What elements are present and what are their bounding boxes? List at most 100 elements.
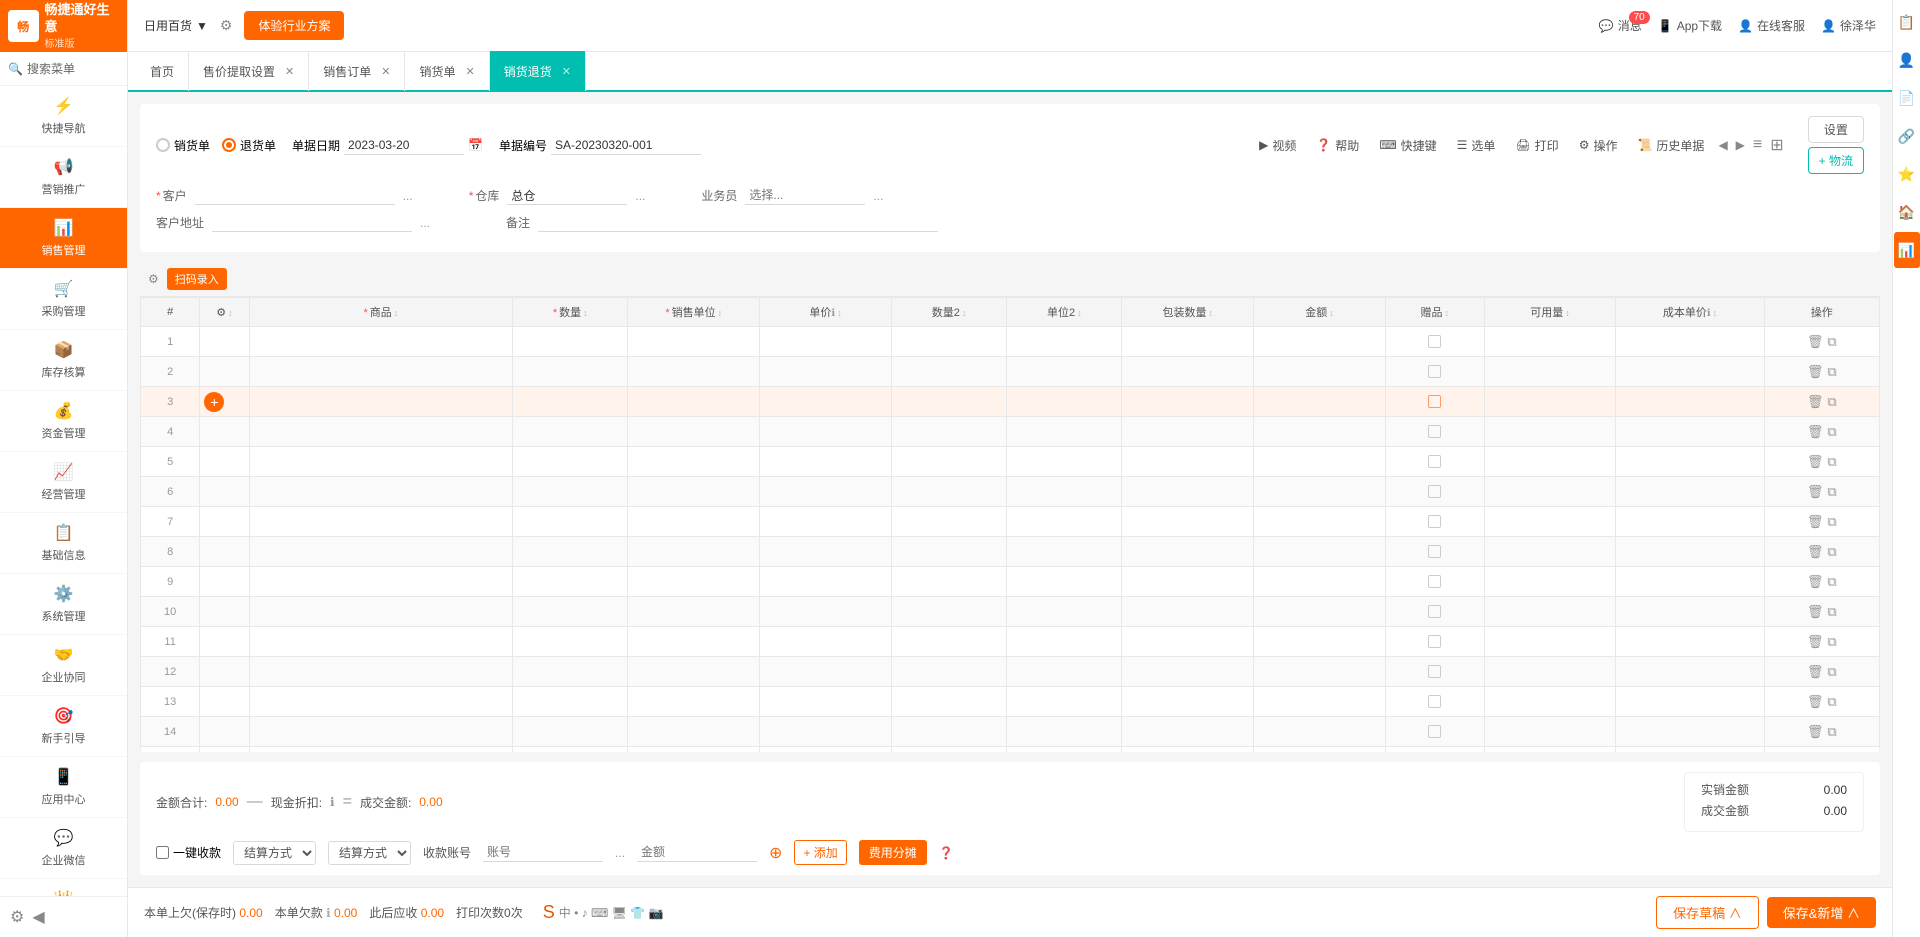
warehouse-input[interactable] <box>507 186 627 205</box>
row-product-2[interactable] <box>249 357 512 387</box>
settings-gear-icon[interactable]: ⚙ <box>220 17 233 34</box>
right-panel-btn-6[interactable]: 🏠 <box>1894 194 1920 230</box>
date-input[interactable] <box>344 136 464 155</box>
row-product-13[interactable] <box>249 687 512 717</box>
copy-btn-12[interactable]: ⧉ <box>1827 664 1836 680</box>
row-product-12[interactable] <box>249 657 512 687</box>
row-gear-5[interactable] <box>200 447 249 477</box>
view-grid-icon[interactable]: ⊞ <box>1770 135 1783 155</box>
sidebar-item-sys-mgmt[interactable]: ⚙️ 系统管理 <box>0 574 127 635</box>
delete-btn-11[interactable]: 🗑 <box>1807 634 1824 650</box>
row-product-14[interactable] <box>249 717 512 747</box>
row-gear-9[interactable] <box>200 567 249 597</box>
app-download-btn[interactable]: 📱 App下载 <box>1658 17 1722 34</box>
calendar-icon[interactable]: 📅 <box>468 138 483 152</box>
select-btn[interactable]: ☰ 选单 <box>1451 133 1502 158</box>
row-gear-11[interactable] <box>200 627 249 657</box>
delete-btn-8[interactable]: 🗑 <box>1807 544 1824 560</box>
amount-input[interactable] <box>637 843 757 862</box>
add-row-btn[interactable]: + <box>204 392 224 412</box>
sidebar-item-purchase-mgmt[interactable]: 🛒 采购管理 <box>0 269 127 330</box>
row-gear-15[interactable] <box>200 747 249 753</box>
right-panel-btn-2[interactable]: 👤 <box>1894 42 1920 78</box>
remark-input[interactable] <box>538 213 938 232</box>
copy-btn-2[interactable]: ⧉ <box>1827 364 1836 380</box>
operate-btn[interactable]: ⚙ 操作 <box>1573 133 1624 158</box>
copy-btn-3[interactable]: ⧉ <box>1827 394 1836 410</box>
tab-close-sale-delivery[interactable]: ✕ <box>466 65 475 78</box>
delete-btn-3[interactable]: 🗑 <box>1807 394 1824 410</box>
shortcut-btn[interactable]: ⌨ 快捷键 <box>1373 133 1442 158</box>
right-panel-btn-1[interactable]: 📋 <box>1894 4 1920 40</box>
row-product-15[interactable] <box>249 747 512 753</box>
tab-home[interactable]: 首页 <box>136 51 189 91</box>
search-menu[interactable]: 🔍 搜索菜单 <box>0 52 127 86</box>
copy-btn-14[interactable]: ⧉ <box>1827 724 1836 740</box>
row-gear-6[interactable] <box>200 477 249 507</box>
sidebar-item-app-center[interactable]: 📱 应用中心 <box>0 757 127 818</box>
row-gear-2[interactable] <box>200 357 249 387</box>
expense-split-btn[interactable]: 费用分摊 <box>859 840 927 865</box>
tab-close-sale-price-setting[interactable]: ✕ <box>285 65 294 78</box>
customer-dots[interactable]: ... <box>403 189 413 203</box>
row-product-3[interactable] <box>249 387 512 417</box>
cash-discount-info[interactable]: ℹ <box>330 795 335 809</box>
row-product-1[interactable] <box>249 327 512 357</box>
row-product-9[interactable] <box>249 567 512 597</box>
right-panel-btn-7[interactable]: 📊 <box>1894 232 1920 268</box>
account-input[interactable] <box>483 843 603 862</box>
sidebar-item-enterprise[interactable]: 🤝 企业协同 <box>0 635 127 696</box>
customer-input[interactable] <box>195 186 395 205</box>
tab-close-sale-order[interactable]: ✕ <box>381 65 390 78</box>
view-list-icon[interactable]: ≡ <box>1753 136 1762 154</box>
col-gear[interactable]: ⚙↕ <box>200 298 249 327</box>
copy-btn-4[interactable]: ⧉ <box>1827 424 1836 440</box>
row-gear-4[interactable] <box>200 417 249 447</box>
collapse-icon[interactable]: ◀ <box>32 907 44 927</box>
salesperson-input[interactable] <box>745 186 865 205</box>
row-product-7[interactable] <box>249 507 512 537</box>
sidebar-item-sale-mgmt[interactable]: 📊 销售管理 <box>0 208 127 269</box>
tab-sale-delivery[interactable]: 销货单✕ <box>405 51 489 91</box>
copy-btn-13[interactable]: ⧉ <box>1827 694 1836 710</box>
copy-btn-7[interactable]: ⧉ <box>1827 514 1836 530</box>
one-click-checkbox[interactable]: 一键收款 <box>156 844 221 861</box>
row-gear-8[interactable] <box>200 537 249 567</box>
tab-sale-price-setting[interactable]: 售价提取设置✕ <box>189 51 309 91</box>
delete-btn-14[interactable]: 🗑 <box>1807 724 1824 740</box>
message-btn[interactable]: 💬 消息 70 <box>1599 17 1642 34</box>
copy-btn-5[interactable]: ⧉ <box>1827 454 1836 470</box>
row-product-6[interactable] <box>249 477 512 507</box>
right-panel-btn-5[interactable]: ⭐ <box>1894 156 1920 192</box>
next-btn[interactable]: ▶ <box>1736 138 1745 152</box>
copy-btn-1[interactable]: ⧉ <box>1827 334 1836 350</box>
print-btn[interactable]: 🖨 打印 <box>1509 133 1564 158</box>
delete-btn-12[interactable]: 🗑 <box>1807 664 1824 680</box>
copy-btn-11[interactable]: ⧉ <box>1827 634 1836 650</box>
tab-close-sale-return[interactable]: ✕ <box>562 65 571 78</box>
warehouse-dots[interactable]: ... <box>635 189 645 203</box>
sidebar-item-guide[interactable]: 🎯 新手引导 <box>0 696 127 757</box>
delete-btn-1[interactable]: 🗑 <box>1807 334 1824 350</box>
delete-btn-2[interactable]: 🗑 <box>1807 364 1824 380</box>
sidebar-item-marketing[interactable]: 📢 营销推广 <box>0 147 127 208</box>
row-gear-10[interactable] <box>200 597 249 627</box>
print-count-btn[interactable]: 打印次数0次 <box>456 904 523 921</box>
sidebar-item-vip[interactable]: 👑 畅会员 <box>0 879 127 896</box>
tab-sale-return[interactable]: 销货退货✕ <box>490 51 586 91</box>
radio-return[interactable]: 退货单 <box>222 137 276 154</box>
row-gear-7[interactable] <box>200 507 249 537</box>
user-avatar[interactable]: 👤 徐泽华 <box>1821 17 1876 34</box>
row-gear-1[interactable] <box>200 327 249 357</box>
right-panel-btn-3[interactable]: 📄 <box>1894 80 1920 116</box>
history-btn[interactable]: 📜 历史单据 <box>1631 133 1710 158</box>
sidebar-item-finance[interactable]: 💰 资金管理 <box>0 391 127 452</box>
copy-btn-9[interactable]: ⧉ <box>1827 574 1836 590</box>
save-draft-btn[interactable]: 保存草稿 ∧ <box>1656 896 1759 929</box>
address-input[interactable] <box>212 213 412 232</box>
add-payment-icon[interactable]: ⊕ <box>769 843 782 863</box>
experience-btn[interactable]: 体验行业方案 <box>244 11 344 40</box>
delete-btn-13[interactable]: 🗑 <box>1807 694 1824 710</box>
delete-btn-9[interactable]: 🗑 <box>1807 574 1824 590</box>
copy-btn-10[interactable]: ⧉ <box>1827 604 1836 620</box>
